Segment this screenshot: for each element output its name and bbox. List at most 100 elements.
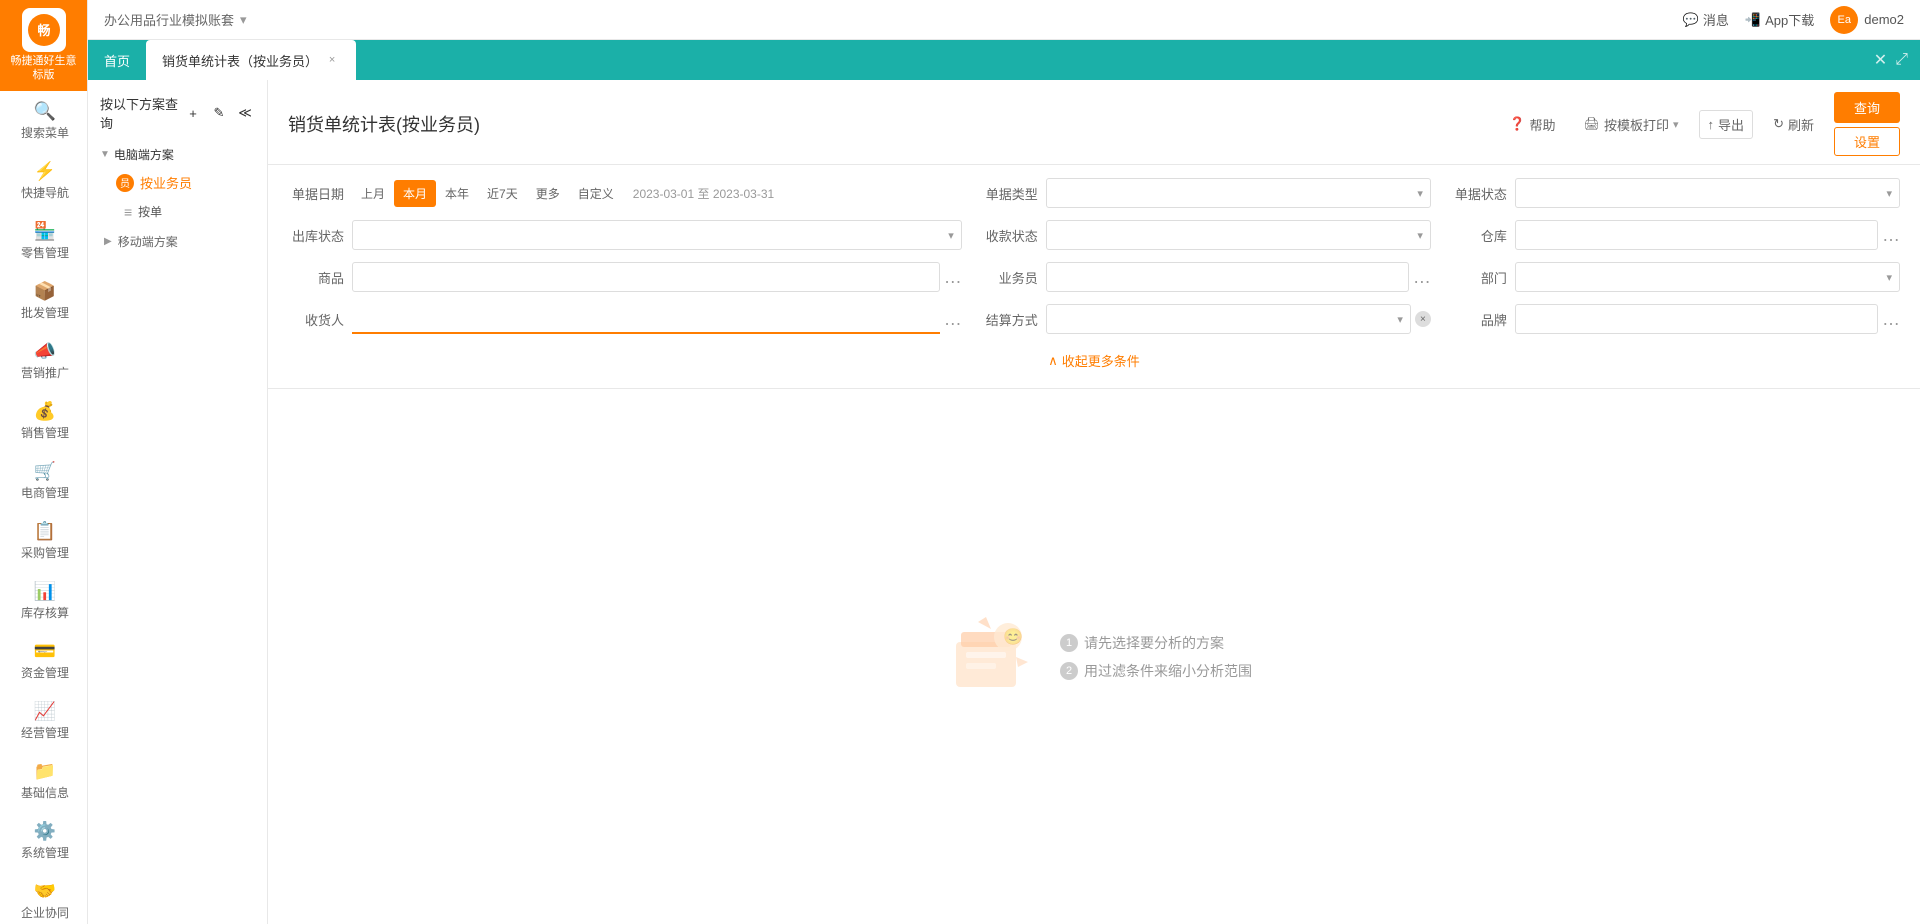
sidebar-item-inventory[interactable]: 📊 库存核算: [0, 571, 87, 631]
settlement-clear-icon[interactable]: ×: [1415, 311, 1431, 327]
ecom-icon: 🛒: [34, 461, 56, 482]
scheme-sub-icon: ≡: [124, 204, 132, 220]
left-panel-header: 按以下方案查询 + ✎ ≪: [88, 88, 267, 138]
filter-row-1: 单据日期 上月 本月 本年 近7天 更多 自定义 2023-03-01 至 20…: [288, 177, 1900, 209]
doc-status-select-wrap[interactable]: ▾: [1515, 178, 1900, 208]
tab-bar-right: ✕ ⤢: [1874, 50, 1920, 70]
receiver-input[interactable]: [352, 304, 940, 334]
add-scheme-icon[interactable]: +: [183, 103, 203, 123]
date-btn-7days[interactable]: 近7天: [478, 180, 527, 207]
user-profile-button[interactable]: Ea demo2: [1830, 6, 1904, 34]
scheme-item-by-salesperson[interactable]: 员 按业务员: [88, 167, 267, 198]
sidebar-item-ops[interactable]: 📈 经营管理: [0, 691, 87, 751]
sidebar-item-retail[interactable]: 🏪 零售管理: [0, 211, 87, 271]
desktop-scheme-label: 电脑端方案: [114, 146, 174, 163]
out-status-label: 出库状态: [288, 226, 344, 245]
scheme-subitem-label: 按单: [138, 203, 162, 220]
settlement-select[interactable]: [1046, 304, 1411, 334]
tab-close-icon[interactable]: ×: [324, 52, 340, 68]
mobile-scheme-arrow: ▶: [104, 236, 112, 247]
sidebar-item-ecom[interactable]: 🛒 电商管理: [0, 451, 87, 511]
tab-sales-stat[interactable]: 销货单统计表（按业务员） ×: [146, 40, 356, 80]
sidebar-item-wholesale[interactable]: 📦 批发管理: [0, 271, 87, 331]
avatar: Ea: [1830, 6, 1858, 34]
filter-area: 单据日期 上月 本月 本年 近7天 更多 自定义 2023-03-01 至 20…: [268, 165, 1920, 389]
sidebar-item-marketing[interactable]: 📣 营销推广: [0, 331, 87, 391]
sidebar-item-sales[interactable]: 💰 销售管理: [0, 391, 87, 451]
print-button[interactable]: 🖨 按模板打印 ▾: [1575, 111, 1686, 138]
sidebar-item-label: 零售管理: [21, 244, 69, 261]
doc-type-select-wrap[interactable]: ▾: [1046, 178, 1431, 208]
settings-button[interactable]: 设置: [1834, 127, 1900, 156]
doc-status-select[interactable]: [1515, 178, 1900, 208]
filter-doc-status: 单据状态 ▾: [1451, 177, 1900, 209]
refresh-button[interactable]: ↻ 刷新: [1765, 111, 1822, 138]
query-button[interactable]: 查询: [1834, 92, 1900, 123]
sidebar-item-basic[interactable]: 📁 基础信息: [0, 751, 87, 811]
sidebar-item-label: 搜索菜单: [21, 124, 69, 141]
warehouse-input[interactable]: [1515, 220, 1878, 250]
brand-dots-icon[interactable]: …: [1882, 309, 1900, 330]
user-label: demo2: [1864, 12, 1904, 27]
edit-scheme-icon[interactable]: ✎: [209, 103, 229, 123]
goods-input[interactable]: [352, 262, 940, 292]
collapse-filters-button[interactable]: ∧ 收起更多条件: [288, 345, 1900, 376]
filter-settlement: 结算方式 × ▾: [982, 303, 1431, 335]
date-btn-last-month[interactable]: 上月: [352, 180, 394, 207]
print-label: 按模板打印: [1604, 115, 1669, 134]
date-btn-custom[interactable]: 自定义: [569, 180, 623, 207]
filter-row-4: 收货人 … 结算方式 × ▾: [288, 303, 1900, 335]
filter-dept: 部门 ▾: [1451, 261, 1900, 293]
mobile-scheme-group[interactable]: ▶ 移动端方案: [88, 229, 267, 254]
collapse-panel-icon[interactable]: ≪: [235, 103, 255, 123]
date-btn-more[interactable]: 更多: [527, 180, 569, 207]
date-btn-this-year[interactable]: 本年: [436, 180, 478, 207]
tab-bar: 首页 销货单统计表（按业务员） × ✕ ⤢: [88, 40, 1920, 80]
app-download-icon: 📲: [1745, 12, 1761, 28]
out-status-select-wrap[interactable]: ▾: [352, 220, 962, 250]
dept-label: 部门: [1451, 268, 1507, 287]
receiver-dots-icon[interactable]: …: [944, 309, 962, 330]
filter-salesperson: 业务员 …: [982, 261, 1431, 293]
svg-text:畅: 畅: [37, 23, 50, 38]
desktop-scheme-title[interactable]: ▼ 电脑端方案: [88, 142, 267, 167]
help-button[interactable]: ❓ 帮助: [1501, 111, 1563, 138]
logo-area[interactable]: 畅 畅捷通好生意 标版: [0, 0, 87, 91]
receive-status-select-wrap[interactable]: ▾: [1046, 220, 1431, 250]
date-btn-this-month[interactable]: 本月: [394, 180, 436, 207]
goods-dots-icon[interactable]: …: [944, 267, 962, 288]
breadcrumb-dropdown-icon[interactable]: ▾: [240, 12, 247, 28]
tab-home[interactable]: 首页: [88, 40, 146, 80]
dept-select[interactable]: [1515, 262, 1900, 292]
salesperson-input[interactable]: [1046, 262, 1409, 292]
date-buttons: 上月 本月 本年 近7天 更多 自定义: [352, 180, 623, 207]
filter-receive-status: 收款状态 ▾: [982, 219, 1431, 251]
message-button[interactable]: 💬 消息: [1683, 10, 1729, 29]
step-1-text: 请先选择要分析的方案: [1084, 633, 1224, 653]
dept-select-wrap[interactable]: ▾: [1515, 262, 1900, 292]
receive-status-select[interactable]: [1046, 220, 1431, 250]
doc-type-select[interactable]: [1046, 178, 1431, 208]
sidebar-item-finance[interactable]: 💳 资金管理: [0, 631, 87, 691]
scheme-item-by-order[interactable]: ≡ 按单: [88, 198, 267, 225]
settlement-select-wrap[interactable]: × ▾: [1046, 304, 1431, 334]
out-status-select[interactable]: [352, 220, 962, 250]
sidebar-item-search-menu[interactable]: 🔍 搜索菜单: [0, 91, 87, 151]
brand-input[interactable]: [1515, 304, 1878, 334]
warehouse-dots-icon[interactable]: …: [1882, 225, 1900, 246]
empty-step-2: 2 用过滤条件来缩小分析范围: [1060, 661, 1252, 681]
finance-icon: 💳: [34, 641, 56, 662]
sidebar-item-system[interactable]: ⚙️ 系统管理: [0, 811, 87, 871]
page-content: 按以下方案查询 + ✎ ≪ ▼ 电脑端方案 员 按业务员 ≡ 按单: [88, 80, 1920, 924]
sidebar-item-purchase[interactable]: 📋 采购管理: [0, 511, 87, 571]
page-title: 销货单统计表(按业务员): [288, 111, 480, 137]
sidebar-item-enterprise[interactable]: 🤝 企业协同: [0, 871, 87, 924]
export-label: 导出: [1718, 115, 1744, 134]
tab-maximize-icon[interactable]: ⤢: [1895, 51, 1908, 69]
export-button[interactable]: ↑ 导出: [1699, 110, 1754, 139]
tab-close-window-icon[interactable]: ✕: [1874, 50, 1887, 70]
header-right: 💬 消息 📲 App下载 Ea demo2: [1683, 6, 1904, 34]
salesperson-dots-icon[interactable]: …: [1413, 267, 1431, 288]
app-download-button[interactable]: 📲 App下载: [1745, 10, 1814, 29]
sidebar-item-quick-nav[interactable]: ⚡ 快捷导航: [0, 151, 87, 211]
